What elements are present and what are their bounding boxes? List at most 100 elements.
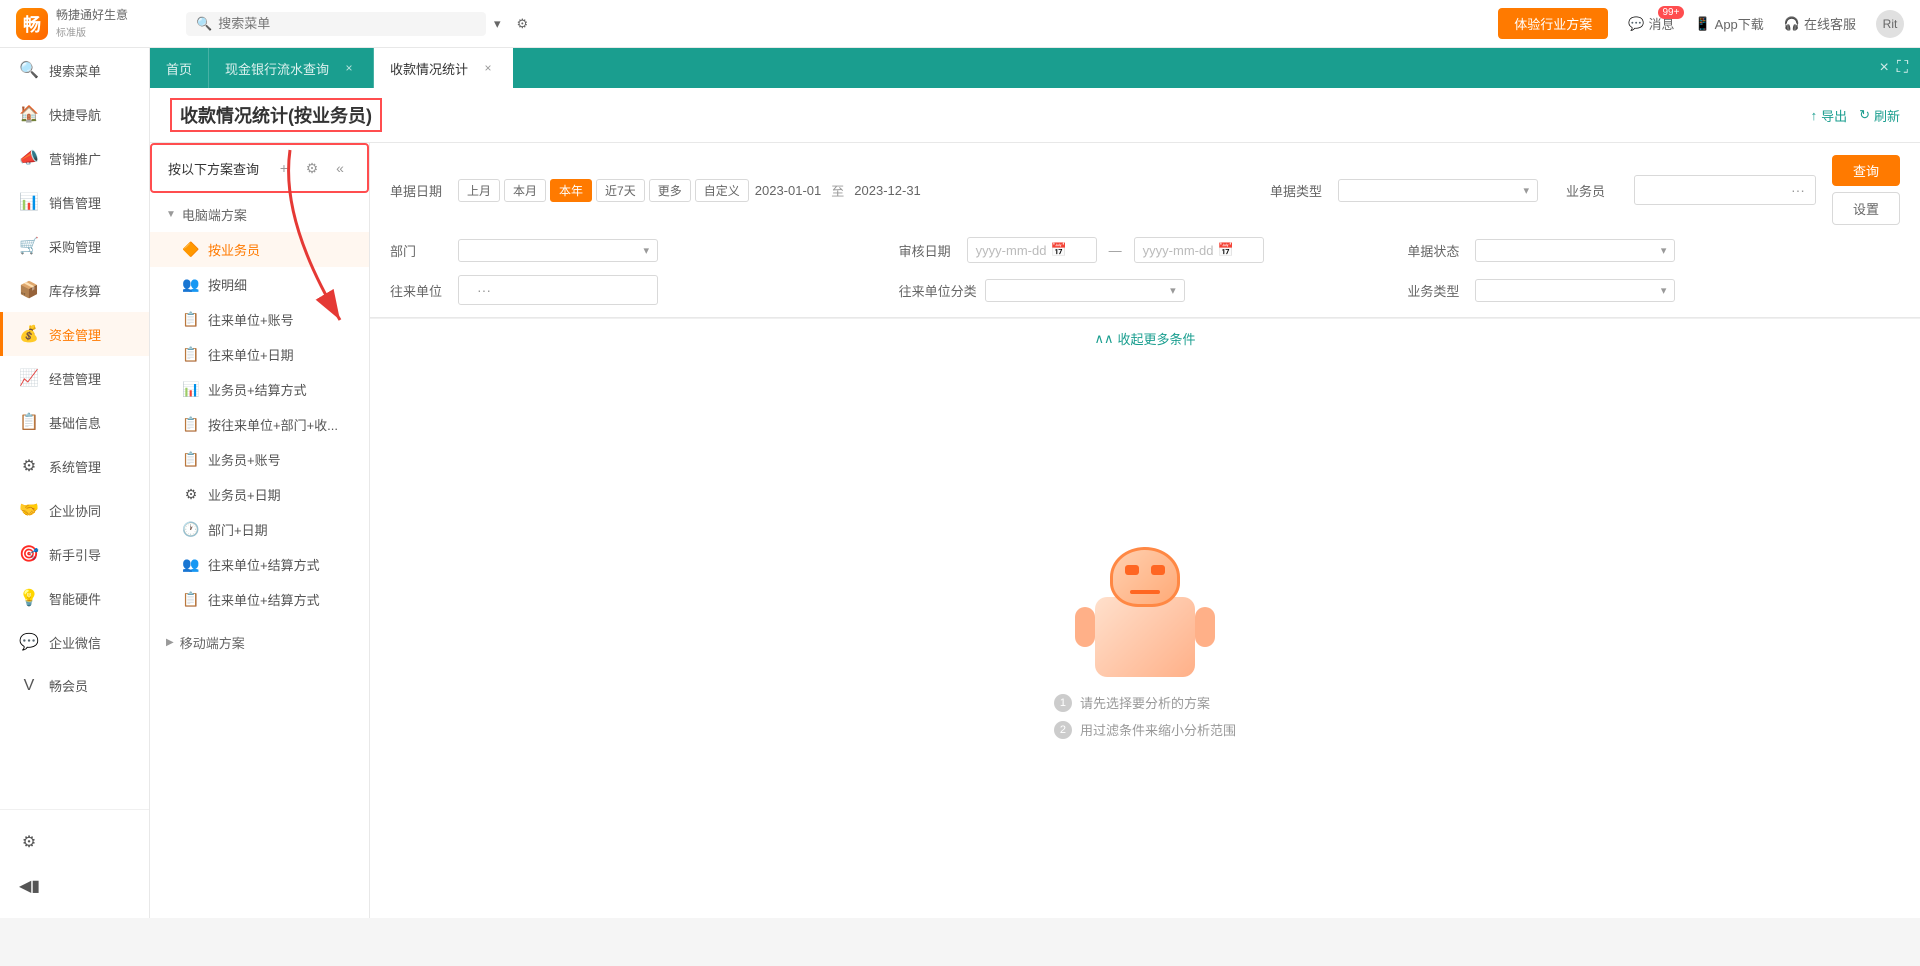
messages-action[interactable]: 💬 消息 99+ — [1628, 14, 1674, 33]
tab-close-all-btn[interactable]: × — [1879, 59, 1888, 77]
partner-more-btn[interactable]: ··· — [475, 280, 493, 300]
user-name: Rit — [1883, 17, 1898, 31]
query-btn[interactable]: 查询 — [1832, 155, 1900, 186]
scheme-item-dept-date[interactable]: 🕐 部门+日期 — [150, 512, 369, 547]
header-search-input[interactable] — [218, 16, 476, 31]
date-custom-btn[interactable]: 自定义 — [695, 179, 749, 202]
sidebar-item-member[interactable]: V 畅会员 — [0, 664, 149, 707]
sidebar-label-operations: 经营管理 — [49, 369, 101, 388]
sidebar-item-purchase[interactable]: 🛒 采购管理 — [0, 224, 149, 268]
date-last-month-btn[interactable]: 上月 — [458, 179, 500, 202]
sidebar-item-operations[interactable]: 📈 经营管理 — [0, 356, 149, 400]
partner-category-select[interactable]: ▾ — [985, 279, 1185, 302]
sidebar-label-purchase: 采购管理 — [49, 237, 101, 256]
date-this-month-btn[interactable]: 本月 — [504, 179, 546, 202]
sidebar-item-wechat[interactable]: 💬 企业微信 — [0, 620, 149, 664]
sidebar-item-inventory[interactable]: 📦 库存核算 — [0, 268, 149, 312]
user-avatar[interactable]: Rit — [1876, 10, 1904, 38]
messages-badge: 99+ — [1658, 6, 1685, 19]
scheme-item-partner-settlement2-label: 往来单位+结算方式 — [208, 590, 320, 609]
scheme-group-desktop-header[interactable]: ▼ 电脑端方案 — [150, 197, 369, 232]
sidebar-item-finance[interactable]: 💰 资金管理 — [0, 312, 149, 356]
sidebar-item-collab[interactable]: 🤝 企业协同 — [0, 488, 149, 532]
date-this-year-btn[interactable]: 本年 — [550, 179, 592, 202]
collapse-bar[interactable]: ∧∧ 收起更多条件 — [370, 318, 1920, 358]
partner-settlement2-icon: 📋 — [182, 591, 200, 608]
scheme-group-desktop-label: 电脑端方案 — [182, 205, 247, 224]
scheme-item-salesperson-settlement[interactable]: 📊 业务员+结算方式 — [150, 372, 369, 407]
date-more-btn[interactable]: 更多 — [649, 179, 691, 202]
salesperson-date-icon: ⚙ — [182, 486, 200, 503]
content-wrapper: 按以下方案查询 + ⚙ « ▼ 电脑端方案 🔶 按业务员 — [150, 143, 1920, 918]
salesperson-more-btn[interactable]: ··· — [1789, 180, 1807, 200]
salesperson-scheme-icon: 🔶 — [182, 241, 200, 258]
empty-tip-2: 2 用过滤条件来缩小分析范围 — [1054, 720, 1236, 739]
service-icon: 🎧 — [1784, 16, 1800, 32]
app-download-action[interactable]: 📱 App下载 — [1694, 14, 1763, 33]
scheme-settings-btn[interactable]: ⚙ — [301, 157, 323, 179]
scheme-item-detail[interactable]: 👥 按明细 — [150, 267, 369, 302]
doc-type-label: 单据类型 — [1270, 181, 1330, 200]
scheme-item-partner-dept-collect[interactable]: 📋 按往来单位+部门+收... — [150, 407, 369, 442]
review-date-start-text: yyyy-mm-dd — [976, 243, 1047, 258]
sidebar-item-nav[interactable]: 🏠 快捷导航 — [0, 92, 149, 136]
dept-select[interactable]: ▾ — [458, 239, 658, 262]
scheme-item-salesperson[interactable]: 🔶 按业务员 — [150, 232, 369, 267]
review-date-start[interactable]: yyyy-mm-dd 📅 — [967, 237, 1097, 263]
review-date-end[interactable]: yyyy-mm-dd 📅 — [1134, 237, 1264, 263]
sidebar-item-system[interactable]: ⚙ 系统管理 — [0, 444, 149, 488]
doc-status-select[interactable]: ▾ — [1475, 239, 1675, 262]
scheme-group-mobile-header[interactable]: ▶ 移动端方案 — [150, 625, 369, 660]
dropdown-btn[interactable]: ▾ — [486, 12, 509, 36]
filter-settings-btn[interactable]: 设置 — [1832, 192, 1900, 225]
partner-select[interactable]: ··· — [458, 275, 658, 305]
refresh-label: 刷新 — [1874, 106, 1900, 125]
settings-icon-btn[interactable]: ⚙ — [509, 12, 537, 36]
sidebar-item-collapse[interactable]: ◀▮ — [0, 864, 149, 908]
tab-fullscreen-btn[interactable]: ⛶ — [1897, 59, 1908, 77]
collab-icon: 🤝 — [19, 500, 39, 520]
scheme-item-salesperson-account[interactable]: 📋 业务员+账号 — [150, 442, 369, 477]
scheme-item-partner-date[interactable]: 📋 往来单位+日期 — [150, 337, 369, 372]
export-btn[interactable]: ↑ 导出 — [1811, 106, 1848, 125]
date-7days-btn[interactable]: 近7天 — [596, 179, 645, 202]
app-download-label: App下载 — [1715, 14, 1764, 33]
sidebar-label-hardware: 智能硬件 — [49, 589, 101, 608]
header-search-box[interactable]: 🔍 — [186, 12, 486, 36]
sidebar-item-basic-info[interactable]: 📋 基础信息 — [0, 400, 149, 444]
online-service-action[interactable]: 🎧 在线客服 — [1784, 14, 1856, 33]
scheme-item-partner-settlement2[interactable]: 📋 往来单位+结算方式 — [150, 582, 369, 617]
scheme-item-partner-account[interactable]: 📋 往来单位+账号 — [150, 302, 369, 337]
empty-tip-1: 1 请先选择要分析的方案 — [1054, 693, 1236, 712]
filter-row-1: 单据日期 上月 本月 本年 近7天 更多 自定义 — [390, 155, 1900, 225]
doc-type-chevron: ▾ — [1523, 184, 1529, 197]
scheme-collapse-btn[interactable]: « — [329, 157, 351, 179]
tab-collection-stats-label: 收款情况统计 — [390, 59, 468, 78]
sidebar-item-hardware[interactable]: 💡 智能硬件 — [0, 576, 149, 620]
date-filter: 上月 本月 本年 近7天 更多 自定义 2023-01-01 至 — [458, 179, 1254, 202]
salesperson-select[interactable]: ··· — [1634, 175, 1816, 205]
business-type-label: 业务类型 — [1407, 281, 1467, 300]
tab-bank-flow-close[interactable]: × — [341, 60, 357, 76]
tab-collection-stats-close[interactable]: × — [480, 60, 496, 76]
sidebar-item-sales[interactable]: 📊 销售管理 — [0, 180, 149, 224]
refresh-btn[interactable]: ↻ 刷新 — [1859, 106, 1900, 125]
scheme-item-partner-settlement1[interactable]: 👥 往来单位+结算方式 — [150, 547, 369, 582]
scheme-panel: 按以下方案查询 + ⚙ « ▼ 电脑端方案 🔶 按业务员 — [150, 143, 370, 918]
sidebar-item-guide[interactable]: 🎯 新手引导 — [0, 532, 149, 576]
scheme-item-salesperson-date[interactable]: ⚙ 业务员+日期 — [150, 477, 369, 512]
tab-bank-flow[interactable]: 现金银行流水查询 × — [209, 48, 374, 88]
doc-type-select[interactable]: ▾ — [1338, 179, 1538, 202]
date-dash: 至 — [827, 181, 848, 200]
sidebar-item-settings[interactable]: ⚙ — [0, 820, 149, 864]
trial-btn[interactable]: 体验行业方案 — [1498, 8, 1608, 39]
tab-home[interactable]: 首页 — [150, 48, 209, 88]
sidebar-item-search[interactable]: 🔍 搜索菜单 — [0, 48, 149, 92]
scheme-group-desktop: ▼ 电脑端方案 🔶 按业务员 👥 按明细 📋 往来单位+账号 — [150, 193, 369, 621]
tab-collection-stats[interactable]: 收款情况统计 × — [374, 48, 513, 88]
calendar-icon: 📅 — [1050, 242, 1066, 258]
sidebar-item-marketing[interactable]: 📣 营销推广 — [0, 136, 149, 180]
sidebar: 🔍 搜索菜单 🏠 快捷导航 📣 营销推广 📊 销售管理 🛒 采购管理 📦 库存核… — [0, 48, 150, 918]
business-type-select[interactable]: ▾ — [1475, 279, 1675, 302]
scheme-add-btn[interactable]: + — [273, 157, 295, 179]
